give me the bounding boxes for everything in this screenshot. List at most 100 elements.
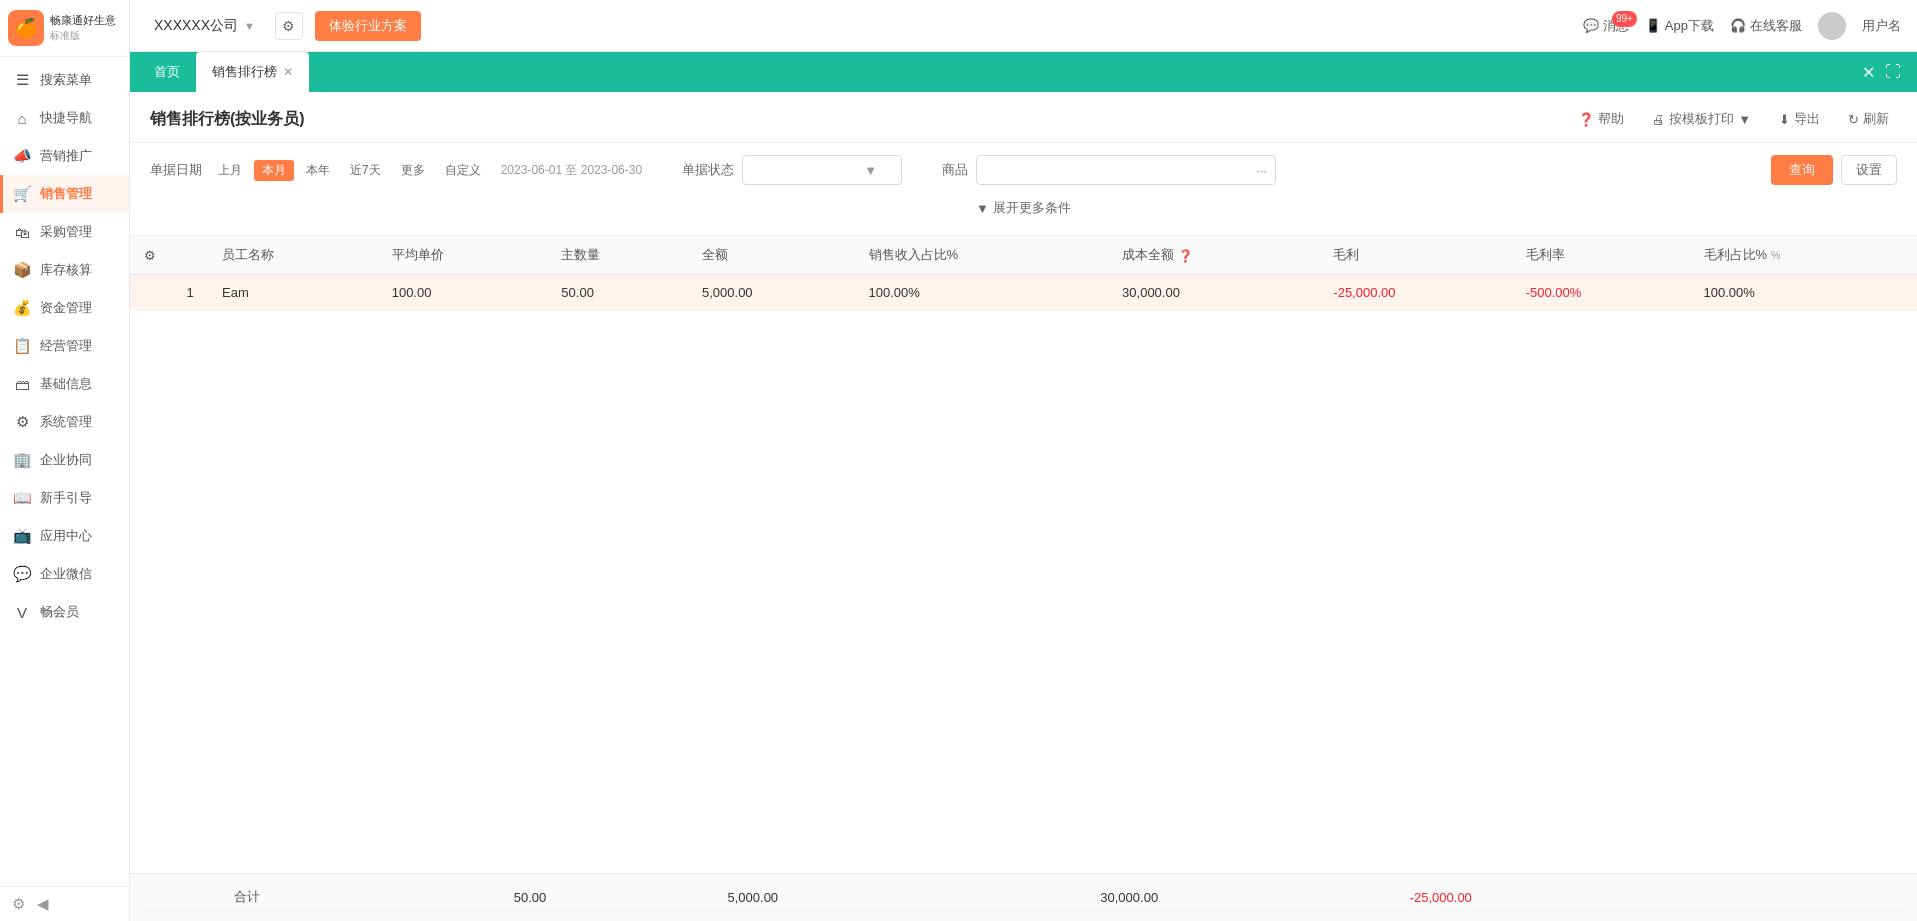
sidebar-item-guide[interactable]: 📖 新手引导 [0, 479, 129, 517]
row-profit: -25,000.00 [1321, 275, 1513, 311]
row-name: Eam [210, 275, 380, 311]
company-name: XXXXXX公司 [154, 17, 238, 35]
page-header: 销售排行榜(按业务员) ❓ 帮助 🖨 按模板打印 ▼ ⬇ 导出 ↻ 刷新 [130, 92, 1917, 143]
online-service-button[interactable]: 🎧 在线客服 [1730, 17, 1802, 35]
sidebar-item-system[interactable]: ⚙ 系统管理 [0, 403, 129, 441]
finance-icon: 💰 [12, 299, 32, 317]
date-pill-more[interactable]: 更多 [393, 160, 433, 181]
sidebar-item-marketing[interactable]: 📣 营销推广 [0, 137, 129, 175]
help-icon: ❓ [1578, 112, 1594, 127]
status-select[interactable]: ▼ [742, 155, 902, 185]
sidebar-item-shortcut[interactable]: ⌂ 快捷导航 [0, 99, 129, 137]
date-pills: 上月 本月 本年 近7天 更多 自定义 [210, 160, 489, 181]
export-button[interactable]: ⬇ 导出 [1771, 106, 1828, 132]
date-pill-7days[interactable]: 近7天 [342, 160, 389, 181]
filter-row-1: 单据日期 上月 本月 本年 近7天 更多 自定义 2023-06-01 至 20… [150, 155, 1897, 185]
trial-button[interactable]: 体验行业方案 [315, 11, 421, 41]
print-icon: 🖨 [1652, 112, 1665, 127]
tab-home[interactable]: 首页 [138, 52, 196, 92]
sidebar-item-basic[interactable]: 🗃 基础信息 [0, 365, 129, 403]
message-button[interactable]: 💬 消息 99+ [1583, 17, 1629, 35]
goods-label: 商品 [942, 161, 968, 179]
col-settings[interactable]: ⚙ [130, 236, 170, 275]
table-footer: 合计 50.00 5,000.00 30,000.00 -25,000.00 [130, 873, 1917, 921]
sidebar-item-label-wechat: 企业微信 [40, 565, 92, 583]
app-icon: 📱 [1645, 18, 1661, 33]
message-badge: 99+ [1612, 11, 1637, 27]
search-icon: ☰ [12, 71, 32, 89]
sidebar-item-operations[interactable]: 📋 经营管理 [0, 327, 129, 365]
goods-input[interactable]: ··· [976, 155, 1276, 185]
footer-cost: 30,000.00 [1088, 884, 1397, 911]
sidebar-item-search[interactable]: ☰ 搜索菜单 [0, 61, 129, 99]
page-title: 销售排行榜(按业务员) [150, 109, 305, 130]
sidebar-item-label-finance: 资金管理 [40, 299, 92, 317]
topbar-right: 💬 消息 99+ 📱 App下载 🎧 在线客服 用户名 [1583, 12, 1901, 40]
tab-sales-rank[interactable]: 销售排行榜 ✕ [196, 52, 309, 92]
main-area: XXXXXX公司 ▼ ⚙ 体验行业方案 💬 消息 99+ 📱 App下载 🎧 在… [130, 0, 1917, 921]
expand-more-button[interactable]: ▼ 展开更多条件 [976, 193, 1071, 223]
app-download-button[interactable]: 📱 App下载 [1645, 17, 1714, 35]
sidebar-item-sales[interactable]: 🛒 销售管理 [0, 175, 129, 213]
sidebar-item-label-purchase: 采购管理 [40, 223, 92, 241]
sidebar-nav: ☰ 搜索菜单 ⌂ 快捷导航 📣 营销推广 🛒 销售管理 🛍 采购管理 📦 库存核… [0, 57, 129, 886]
print-chevron-icon: ▼ [1738, 112, 1751, 127]
collapse-icon[interactable]: ◀ [37, 895, 49, 913]
date-pill-custom[interactable]: 自定义 [437, 160, 489, 181]
sidebar-item-enterprise[interactable]: 🏢 企业协同 [0, 441, 129, 479]
status-chevron-icon: ▼ [864, 163, 877, 178]
tab-restore-icon[interactable]: ⛶ [1885, 63, 1901, 82]
tab-close-window-icon[interactable]: ✕ [1862, 63, 1875, 82]
topbar-gear-button[interactable]: ⚙ [275, 12, 303, 40]
settings-button[interactable]: 设置 [1841, 155, 1897, 185]
query-button[interactable]: 查询 [1771, 155, 1833, 185]
col-amount: 全额 [690, 236, 857, 275]
row-avg-price: 100.00 [380, 275, 550, 311]
system-icon: ⚙ [12, 413, 32, 431]
sidebar-item-label-operations: 经营管理 [40, 337, 92, 355]
sidebar-item-label-basic: 基础信息 [40, 375, 92, 393]
logo-text: 畅康通好生意 标准版 [50, 13, 116, 42]
table-row: 1 Eam 100.00 50.00 5,000.00 100.00% 30,0… [130, 275, 1917, 311]
footer-amount: 5,000.00 [716, 884, 998, 911]
sidebar-item-inventory[interactable]: 📦 库存核算 [0, 251, 129, 289]
date-pill-current-month[interactable]: 本月 [254, 160, 294, 181]
date-pill-prev-month[interactable]: 上月 [210, 160, 250, 181]
guide-icon: 📖 [12, 489, 32, 507]
sidebar-item-finance[interactable]: 💰 资金管理 [0, 289, 129, 327]
date-pill-current-year[interactable]: 本年 [298, 160, 338, 181]
avatar[interactable] [1818, 12, 1846, 40]
tab-close-icon[interactable]: ✕ [283, 65, 293, 79]
filter-bar: 单据日期 上月 本月 本年 近7天 更多 自定义 2023-06-01 至 20… [130, 143, 1917, 236]
refresh-icon: ↻ [1848, 112, 1859, 127]
sidebar-item-apps[interactable]: 📺 应用中心 [0, 517, 129, 555]
chevron-down-icon: ▼ [976, 201, 989, 216]
row-cost: 30,000.00 [1110, 275, 1321, 311]
sidebar-item-member[interactable]: V 畅会员 [0, 593, 129, 631]
row-profit-rate: -500.00% [1514, 275, 1692, 311]
company-selector[interactable]: XXXXXX公司 ▼ [146, 13, 263, 39]
row-settings [130, 275, 170, 311]
message-icon: 💬 [1583, 18, 1599, 33]
goods-filter-group: 商品 ··· [942, 155, 1276, 185]
tab-bar: 首页 销售排行榜 ✕ ✕ ⛶ [130, 52, 1917, 92]
print-button[interactable]: 🖨 按模板打印 ▼ [1644, 106, 1759, 132]
basic-icon: 🗃 [12, 376, 32, 393]
help-button[interactable]: ❓ 帮助 [1570, 106, 1632, 132]
service-icon: 🎧 [1730, 18, 1746, 33]
col-qty: 主数量 [549, 236, 690, 275]
page-actions: ❓ 帮助 🖨 按模板打印 ▼ ⬇ 导出 ↻ 刷新 [1570, 106, 1897, 132]
refresh-button[interactable]: ↻ 刷新 [1840, 106, 1897, 132]
settings-icon[interactable]: ⚙ [12, 895, 25, 913]
col-profit-pct: 毛利占比% % [1692, 236, 1917, 275]
date-filter-group: 单据日期 上月 本月 本年 近7天 更多 自定义 2023-06-01 至 20… [150, 160, 642, 181]
cost-help-icon[interactable]: ❓ [1178, 249, 1193, 263]
chevron-down-icon: ▼ [244, 20, 255, 32]
sidebar-item-label-search: 搜索菜单 [40, 71, 92, 89]
sales-icon: 🛒 [12, 185, 32, 203]
apps-icon: 📺 [12, 527, 32, 545]
status-label: 单据状态 [682, 161, 734, 179]
data-table: ⚙ 员工名称 平均单价 主数量 全额 销售收入占比% 成本全额 ❓ 毛利 毛利率 [130, 236, 1917, 311]
sidebar-item-purchase[interactable]: 🛍 采购管理 [0, 213, 129, 251]
sidebar-item-wechat[interactable]: 💬 企业微信 [0, 555, 129, 593]
